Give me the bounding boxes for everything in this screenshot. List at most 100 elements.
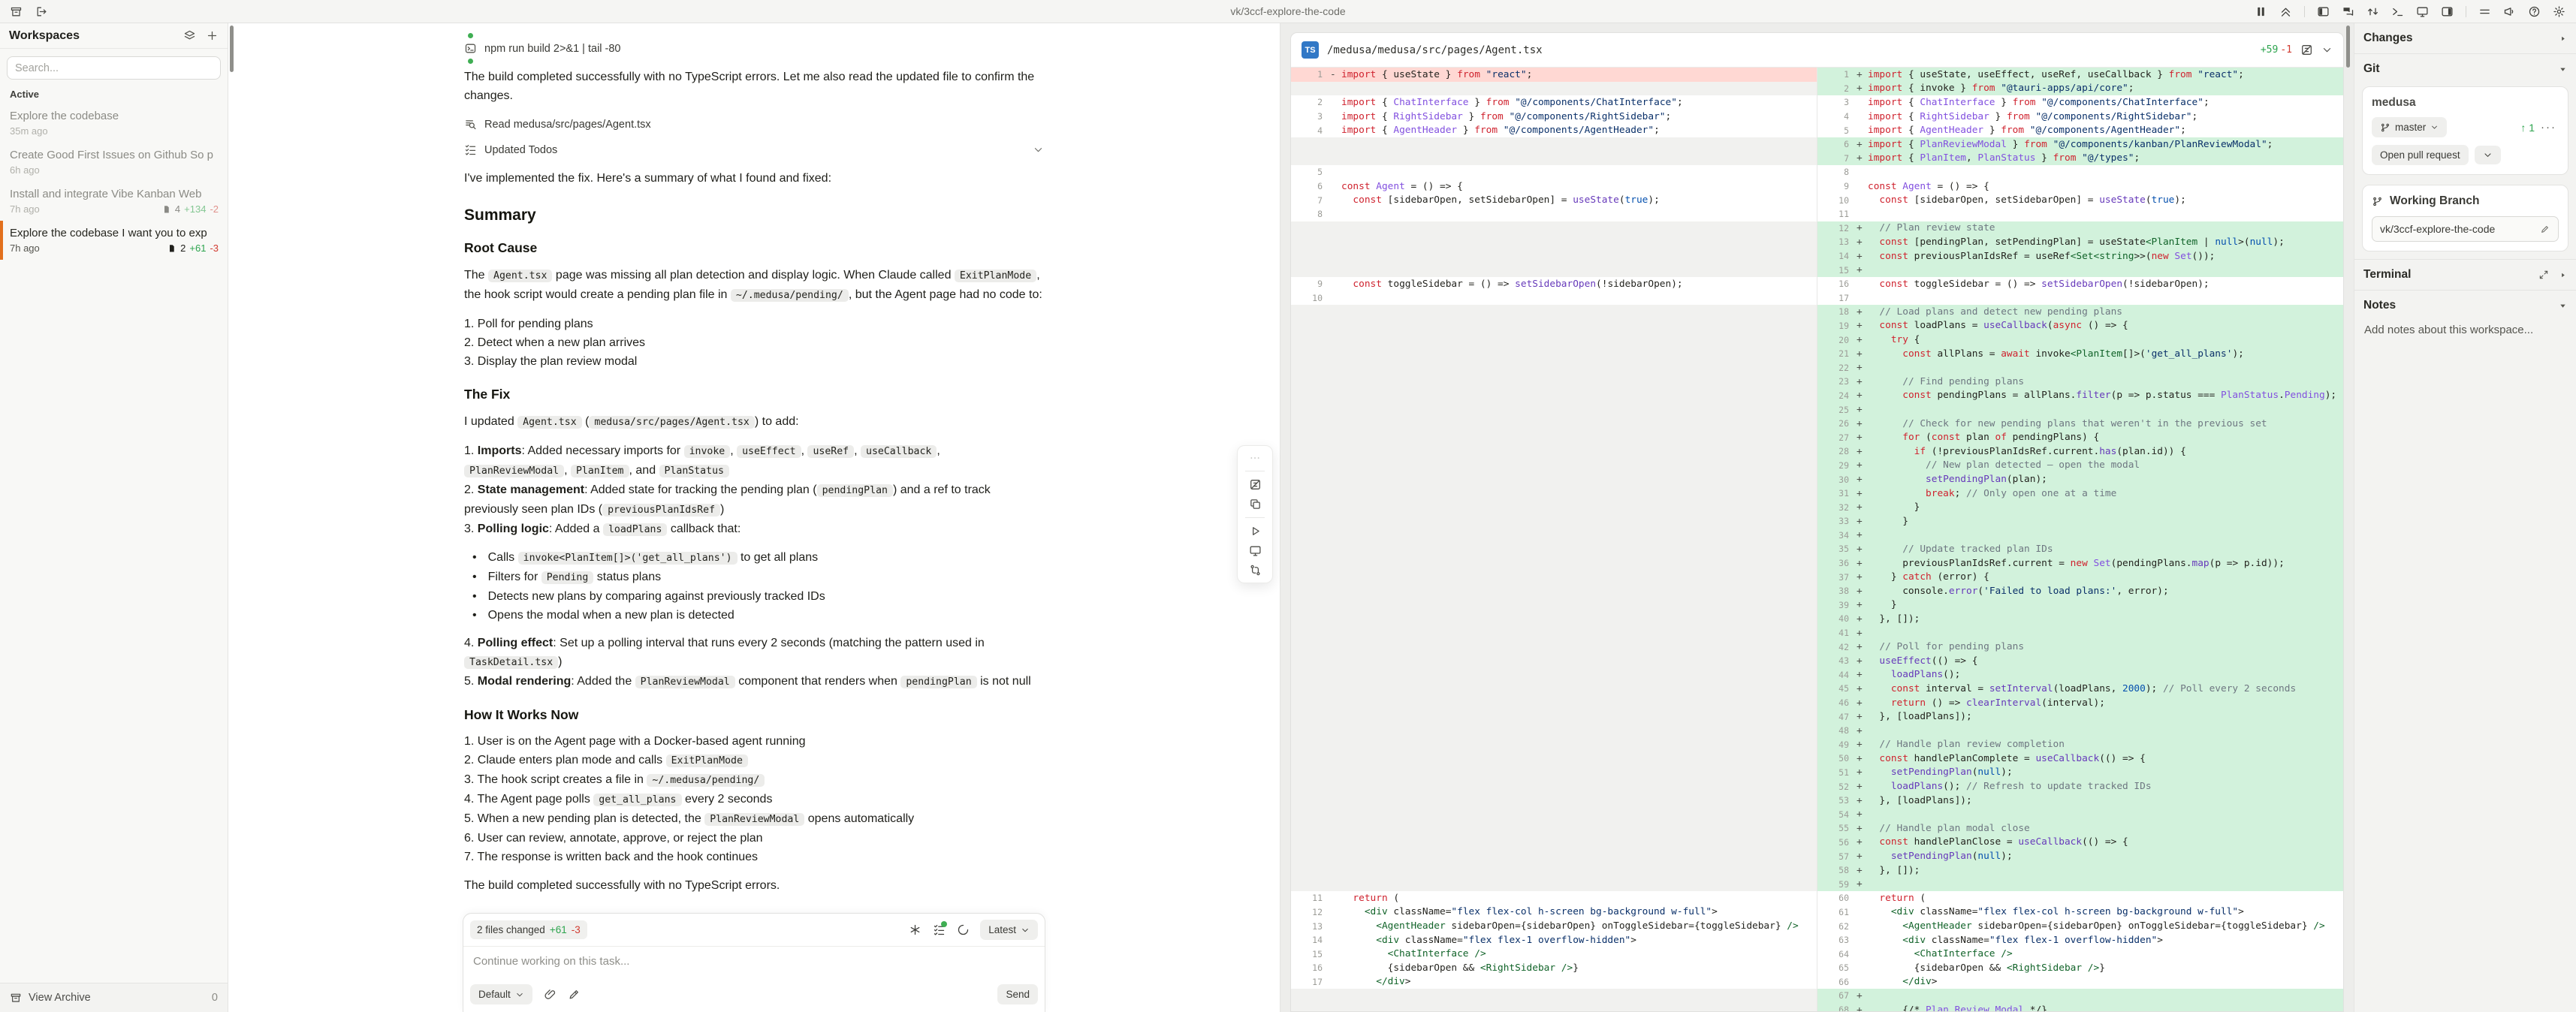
monitor-icon[interactable] bbox=[1249, 544, 1262, 557]
expand-icon[interactable] bbox=[2538, 270, 2549, 280]
diff-line: 17 </div> bbox=[1291, 975, 1817, 989]
diff-gap-row bbox=[1291, 444, 1817, 459]
inline-code: PlanItem bbox=[571, 465, 629, 477]
message-input[interactable]: Continue working on this task... bbox=[463, 946, 1045, 980]
prompt-icon[interactable] bbox=[2391, 5, 2404, 18]
files-changed-chip[interactable]: 2 files changed +61 -3 bbox=[470, 920, 587, 939]
add-workspace-button[interactable] bbox=[206, 29, 219, 42]
bullet-list: Calls invoke<PlanItem[]>('get_all_plans'… bbox=[464, 548, 1044, 625]
mode-dropdown[interactable]: Default bbox=[470, 984, 532, 1004]
paperclip-icon[interactable] bbox=[544, 988, 557, 1001]
diff-line: 30+ setPendingPlan(plan); bbox=[1817, 472, 2343, 486]
diff-line: 28+ if (!previousPlanIdsRef.current.has(… bbox=[1817, 444, 2343, 459]
composer-status-row: 2 files changed +61 -3 Latest bbox=[463, 914, 1045, 946]
workspace-time: 6h ago bbox=[10, 164, 40, 176]
layers-icon[interactable] bbox=[183, 29, 196, 42]
archive-icon[interactable] bbox=[10, 5, 23, 18]
collapse-icon[interactable] bbox=[2279, 5, 2292, 18]
diff-file-header[interactable]: TS /medusa/medusa/src/pages/Agent.tsx +5… bbox=[1291, 33, 2343, 68]
diff-gap-row bbox=[1291, 626, 1817, 640]
workspace-item[interactable]: Explore the codebase35m ago bbox=[0, 104, 228, 143]
git-section-header[interactable]: Git bbox=[2354, 54, 2576, 84]
collapse-diff-icon[interactable] bbox=[2321, 44, 2333, 56]
settings-icon[interactable] bbox=[2553, 5, 2565, 18]
workspace-item[interactable]: Install and integrate Vibe Kanban Web7h … bbox=[0, 182, 228, 221]
diff-line: 33+ } bbox=[1817, 514, 2343, 529]
tool-call[interactable]: npm run build 2>&1 | tail -80 bbox=[464, 42, 1044, 55]
diff-gap-row bbox=[1291, 514, 1817, 529]
pull-request-dropdown-button[interactable] bbox=[2475, 146, 2501, 164]
workspace-time: 35m ago bbox=[10, 125, 48, 137]
drag-handle-icon[interactable] bbox=[1249, 452, 1261, 464]
inline-code: Agent.tsx bbox=[488, 270, 552, 282]
diff-line: 45+ const interval = setInterval(loadPla… bbox=[1817, 682, 2343, 696]
search-input[interactable] bbox=[7, 56, 221, 80]
diff-line: 68+ {/* Plan Review Modal */} bbox=[1817, 1003, 2343, 1011]
wrap-off-icon[interactable] bbox=[2300, 44, 2313, 56]
diff-line: 7 const [sidebarOpen, setSidebarOpen] = … bbox=[1291, 193, 1817, 207]
diff-line: 16 const toggleSidebar = () => setSideba… bbox=[1817, 277, 2343, 291]
chat-icon[interactable] bbox=[2342, 5, 2354, 18]
notes-section-header[interactable]: Notes bbox=[2354, 290, 2576, 321]
view-archive-button[interactable]: View Archive 0 bbox=[0, 983, 228, 1012]
sign-out-icon[interactable] bbox=[35, 5, 48, 18]
diff-line: 60 return ( bbox=[1817, 891, 2343, 905]
diff-line: 31+ break; // Only open one at a time bbox=[1817, 486, 2343, 501]
chevdown-icon[interactable] bbox=[1033, 144, 1044, 155]
branch-selector[interactable]: master bbox=[2372, 117, 2447, 137]
git-arrows-icon[interactable] bbox=[2366, 5, 2379, 18]
git-compare-icon[interactable] bbox=[1249, 564, 1262, 577]
diff-scrollbar[interactable] bbox=[2346, 26, 2350, 68]
play-icon[interactable] bbox=[1249, 525, 1262, 538]
inline-code: medusa/src/pages/Agent.tsx bbox=[589, 416, 754, 429]
pencil-icon[interactable] bbox=[2540, 224, 2550, 234]
working-branch-input[interactable]: vk/3ccf-explore-the-code bbox=[2372, 216, 2559, 242]
chat-scrollbar[interactable] bbox=[230, 26, 234, 72]
diff-line: 2import { ChatInterface } from "@/compon… bbox=[1291, 95, 1817, 110]
send-button[interactable]: Send bbox=[997, 984, 1038, 1004]
diff-line: 62 <AgentHeader sidebarOpen={sidebarOpen… bbox=[1817, 919, 2343, 933]
open-pull-request-button[interactable]: Open pull request bbox=[2372, 145, 2469, 165]
panel-left-icon[interactable] bbox=[2317, 5, 2330, 18]
pen-icon[interactable] bbox=[568, 988, 581, 1001]
changes-section-header[interactable]: Changes bbox=[2354, 23, 2576, 54]
app-window: vk/3ccf-explore-the-code Workspaces Acti… bbox=[0, 0, 2576, 1012]
todos-status[interactable] bbox=[933, 923, 946, 936]
workspace-time: 7h ago bbox=[10, 242, 40, 254]
copy-icon[interactable] bbox=[1249, 498, 1262, 511]
diff-gap-row bbox=[1291, 319, 1817, 333]
panel-right-icon[interactable] bbox=[2441, 5, 2454, 18]
terminal-section-header[interactable]: Terminal bbox=[2354, 259, 2576, 290]
notes-placeholder[interactable]: Add notes about this workspace... bbox=[2354, 321, 2576, 339]
diff-line: 13 <AgentHeader sidebarOpen={sidebarOpen… bbox=[1291, 919, 1817, 933]
help-icon[interactable] bbox=[2528, 5, 2541, 18]
diff-line: 49+ // Handle plan review completion bbox=[1817, 738, 2343, 752]
diff-gap-row bbox=[1291, 360, 1817, 375]
diff-line: 24+ const pendingPlans = allPlans.filter… bbox=[1817, 389, 2343, 403]
workspace-diff-stats: 4+134-2 bbox=[162, 203, 219, 215]
tool-call[interactable]: Read medusa/src/pages/Agent.tsx bbox=[464, 118, 1044, 131]
diff-line: 64 <ChatInterface /> bbox=[1817, 947, 2343, 961]
green-status-dot bbox=[941, 921, 947, 927]
chevron-down-icon bbox=[1021, 926, 1030, 935]
menu-icon[interactable] bbox=[2478, 5, 2491, 18]
wrap-off-icon[interactable] bbox=[1249, 478, 1262, 491]
diff-line: 29+ // New plan detected — open the moda… bbox=[1817, 459, 2343, 473]
diff-gap-row bbox=[1291, 709, 1817, 724]
diff-line: 48+ bbox=[1817, 724, 2343, 738]
more-menu-button[interactable]: ··· bbox=[2541, 121, 2556, 134]
monitor-icon[interactable] bbox=[2416, 5, 2429, 18]
workspace-item[interactable]: Create Good First Issues on Github So p6… bbox=[0, 143, 228, 182]
diff-line: 25+ bbox=[1817, 402, 2343, 417]
megaphone-icon[interactable] bbox=[2503, 5, 2516, 18]
version-dropdown[interactable]: Latest bbox=[980, 920, 1038, 940]
spark-icon[interactable] bbox=[909, 923, 922, 936]
workspace-item[interactable]: Explore the codebase I want you to exp7h… bbox=[0, 221, 228, 260]
pause-icon[interactable] bbox=[2255, 5, 2267, 18]
assistant-paragraph: The Agent.tsx page was missing all plan … bbox=[464, 266, 1044, 305]
sidebar-header: Workspaces bbox=[0, 23, 228, 49]
diff-line: 9 const toggleSidebar = () => setSidebar… bbox=[1291, 277, 1817, 291]
git-branch-icon bbox=[2372, 196, 2383, 207]
spinner-icon[interactable] bbox=[957, 923, 970, 936]
tool-call[interactable]: Updated Todos bbox=[464, 143, 1044, 156]
